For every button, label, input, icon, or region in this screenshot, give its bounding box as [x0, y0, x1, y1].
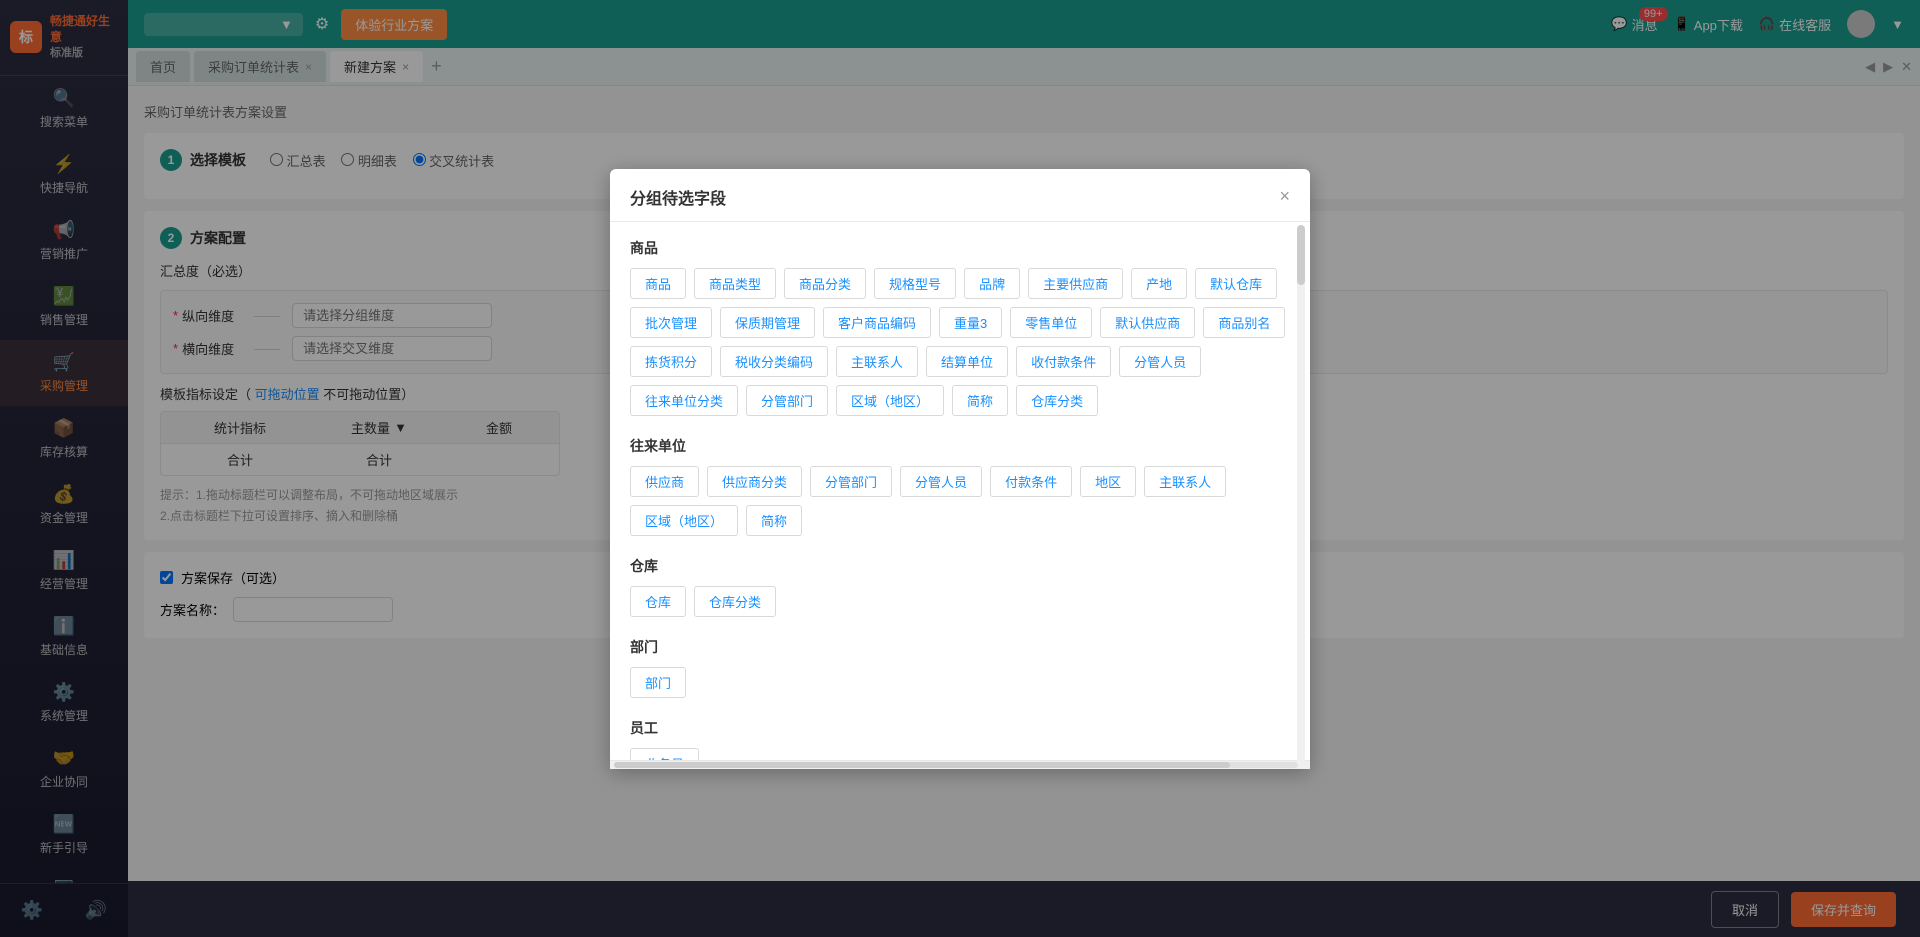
field-tag-0-4[interactable]: 品牌 [964, 268, 1020, 299]
field-tag-0-14[interactable]: 商品别名 [1203, 307, 1285, 338]
field-tag-0-20[interactable]: 分管人员 [1119, 346, 1201, 377]
field-tags-1: 供应商供应商分类分管部门分管人员付款条件地区主联系人区域（地区） 简称 [630, 466, 1290, 536]
field-tag-0-9[interactable]: 保质期管理 [720, 307, 815, 338]
field-tag-0-13[interactable]: 默认供应商 [1100, 307, 1195, 338]
field-tag-0-7[interactable]: 默认仓库 [1195, 268, 1277, 299]
modal-close-button[interactable]: × [1279, 186, 1290, 207]
field-group-title-4: 员工 [630, 718, 1290, 738]
field-tag-0-23[interactable]: 区域（地区） [836, 385, 944, 416]
field-tag-2-1[interactable]: 仓库分类 [694, 586, 776, 617]
field-group-3: 部门部门 [630, 637, 1290, 698]
field-tag-0-3[interactable]: 规格型号 [874, 268, 956, 299]
field-tag-3-0[interactable]: 部门 [630, 667, 686, 698]
field-tags-0: 商品商品类型商品分类规格型号品牌主要供应商产地默认仓库批次管理保质期管理客户商品… [630, 268, 1290, 416]
modal-dialog: 分组待选字段 × 商品商品商品类型商品分类规格型号品牌主要供应商产地默认仓库批次… [610, 169, 1310, 769]
modal-header: 分组待选字段 × [610, 169, 1310, 222]
hscroll-track [614, 762, 1298, 768]
field-group-4: 员工业务员 [630, 718, 1290, 761]
field-tag-2-0[interactable]: 仓库 [630, 586, 686, 617]
hscroll-thumb[interactable] [614, 762, 1230, 768]
field-tag-0-1[interactable]: 商品类型 [694, 268, 776, 299]
field-tag-0-15[interactable]: 拣货积分 [630, 346, 712, 377]
modal-title: 分组待选字段 [630, 185, 726, 209]
field-tag-1-4[interactable]: 付款条件 [990, 466, 1072, 497]
field-tag-0-12[interactable]: 零售单位 [1010, 307, 1092, 338]
field-tag-0-21[interactable]: 往来单位分类 [630, 385, 738, 416]
field-tag-1-6[interactable]: 主联系人 [1144, 466, 1226, 497]
field-tag-1-7[interactable]: 区域（地区） [630, 505, 738, 536]
modal-body: 商品商品商品类型商品分类规格型号品牌主要供应商产地默认仓库批次管理保质期管理客户… [610, 222, 1310, 761]
modal-scrollbar-thumb[interactable] [1297, 225, 1305, 285]
field-group-title-1: 往来单位 [630, 436, 1290, 456]
field-tag-1-3[interactable]: 分管人员 [900, 466, 982, 497]
field-tags-2: 仓库仓库分类 [630, 586, 1290, 617]
field-tag-1-1[interactable]: 供应商分类 [707, 466, 802, 497]
field-tag-1-2[interactable]: 分管部门 [810, 466, 892, 497]
field-group-1: 往来单位供应商供应商分类分管部门分管人员付款条件地区主联系人区域（地区） 简称 [630, 436, 1290, 536]
field-tags-3: 部门 [630, 667, 1290, 698]
modal-overlay: 分组待选字段 × 商品商品商品类型商品分类规格型号品牌主要供应商产地默认仓库批次… [0, 0, 1920, 937]
field-tag-0-6[interactable]: 产地 [1131, 268, 1187, 299]
modal-scrollbar-track [1297, 225, 1305, 764]
field-tag-0-0[interactable]: 商品 [630, 268, 686, 299]
modal-hscrollbar [610, 760, 1310, 768]
field-group-title-3: 部门 [630, 637, 1290, 657]
field-tag-0-10[interactable]: 客户商品编码 [823, 307, 931, 338]
field-tag-1-0[interactable]: 供应商 [630, 466, 699, 497]
field-tag-0-24[interactable]: 简称 [952, 385, 1008, 416]
field-group-0: 商品商品商品类型商品分类规格型号品牌主要供应商产地默认仓库批次管理保质期管理客户… [630, 238, 1290, 416]
field-group-title-2: 仓库 [630, 556, 1290, 576]
field-tag-0-16[interactable]: 税收分类编码 [720, 346, 828, 377]
field-group-title-0: 商品 [630, 238, 1290, 258]
field-tag-0-11[interactable]: 重量3 [939, 307, 1002, 338]
field-tag-0-17[interactable]: 主联系人 [836, 346, 918, 377]
field-tag-0-2[interactable]: 商品分类 [784, 268, 866, 299]
field-tag-4-0[interactable]: 业务员 [630, 748, 699, 761]
field-tags-4: 业务员 [630, 748, 1290, 761]
field-tag-0-19[interactable]: 收付款条件 [1016, 346, 1111, 377]
field-tag-0-25[interactable]: 仓库分类 [1016, 385, 1098, 416]
field-tag-0-8[interactable]: 批次管理 [630, 307, 712, 338]
field-tag-0-18[interactable]: 结算单位 [926, 346, 1008, 377]
field-tag-0-5[interactable]: 主要供应商 [1028, 268, 1123, 299]
field-tag-0-22[interactable]: 分管部门 [746, 385, 828, 416]
field-tag-1-5[interactable]: 地区 [1080, 466, 1136, 497]
field-tag-1-8[interactable]: 简称 [746, 505, 802, 536]
field-group-2: 仓库仓库仓库分类 [630, 556, 1290, 617]
